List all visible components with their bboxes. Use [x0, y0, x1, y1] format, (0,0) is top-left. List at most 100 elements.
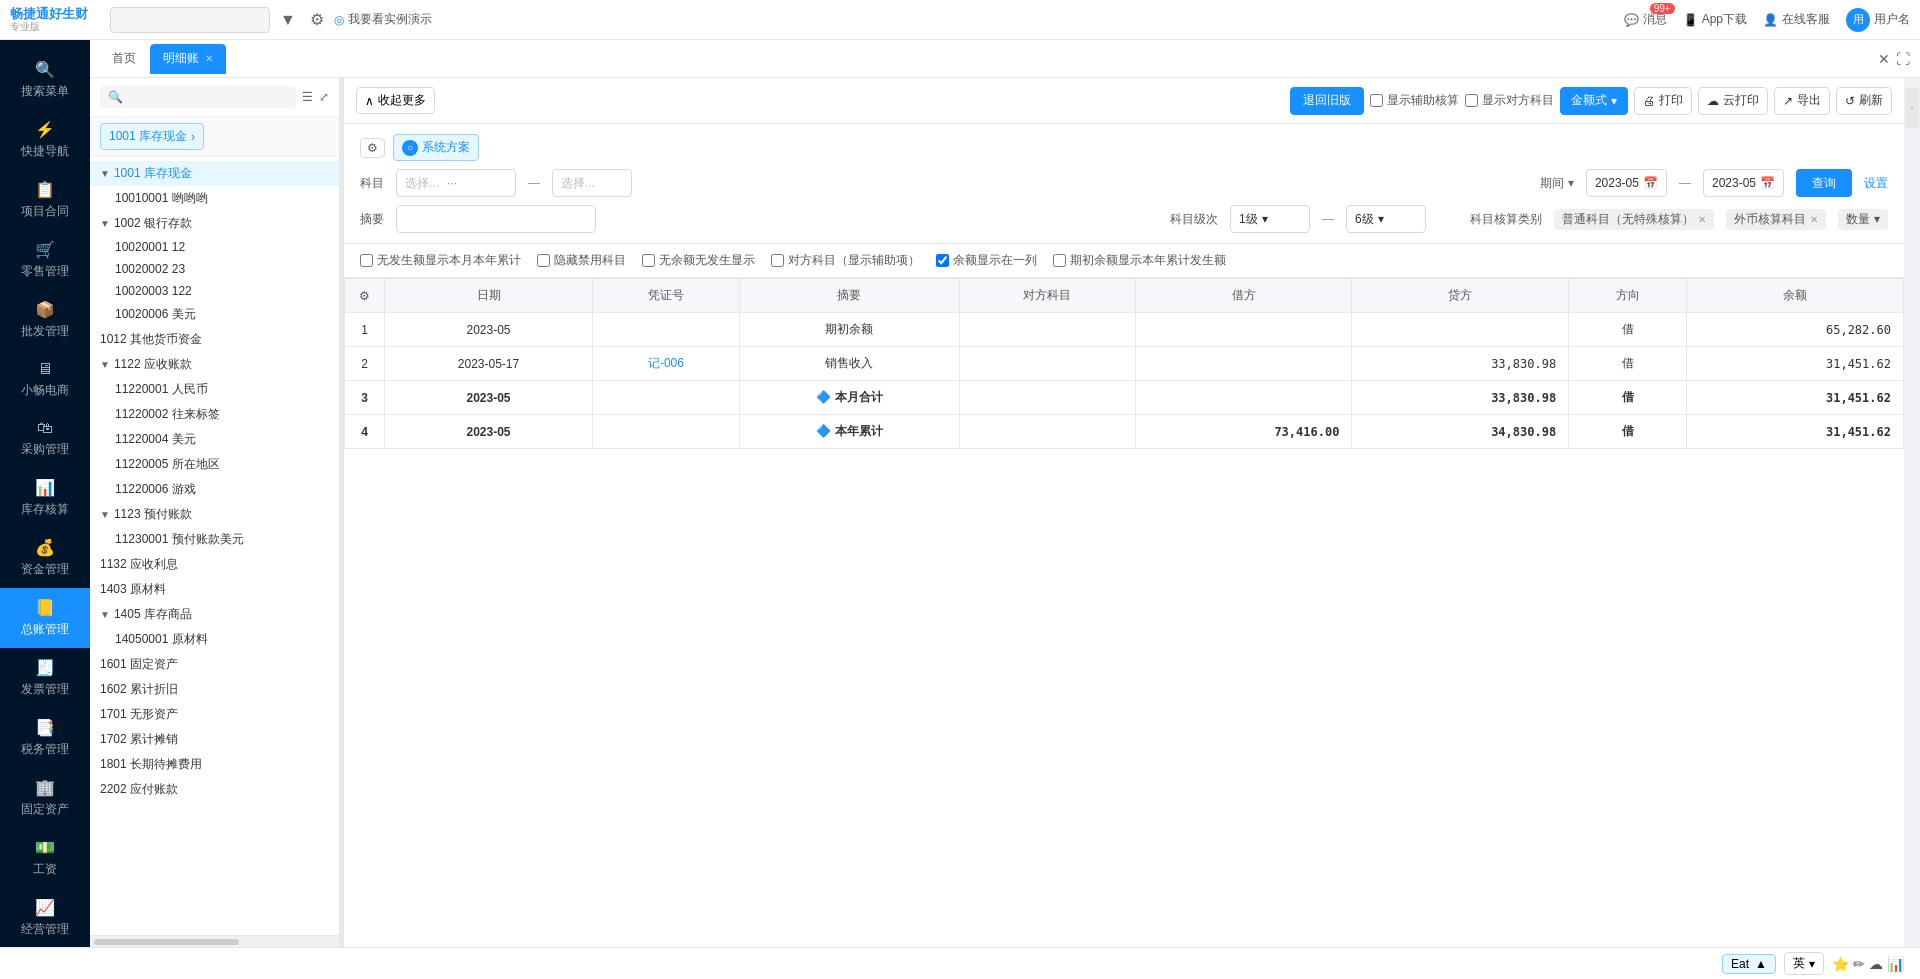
tree-item-10010001[interactable]: 10010001 哟哟哟	[90, 186, 339, 211]
cb-remain-one-col-input[interactable]	[936, 254, 949, 267]
cb-hide-disabled-input[interactable]	[537, 254, 550, 267]
tree-item-11220006[interactable]: 11220006 游戏	[90, 477, 339, 502]
period-start-picker[interactable]: 2023-05 📅	[1586, 169, 1667, 197]
sidebar-item-project[interactable]: 📋 项目合同	[0, 170, 90, 230]
expand-icon[interactable]: ⤢	[319, 90, 329, 104]
cloud-icon[interactable]: ☁	[1869, 956, 1883, 972]
tag-normal-close[interactable]: ✕	[1698, 214, 1706, 225]
tree-item-10020006[interactable]: 10020006 美元	[90, 302, 339, 327]
sidebar-item-wholesale[interactable]: 📦 批发管理	[0, 290, 90, 350]
sidebar-item-invoice[interactable]: 🧾 发票管理	[0, 648, 90, 708]
tree-item-1701[interactable]: 1701 无形资产	[90, 702, 339, 727]
tree-item-1403[interactable]: 1403 原材料	[90, 577, 339, 602]
tree-item-11220002[interactable]: 11220002 往来标签	[90, 402, 339, 427]
cb-no-remain-input[interactable]	[642, 254, 655, 267]
account-select[interactable]: 选择... ···	[396, 169, 516, 197]
return-old-version-btn[interactable]: 退回旧版	[1290, 87, 1364, 115]
level-from-select[interactable]: 1级 ▾	[1230, 205, 1310, 233]
tree-item-10020001[interactable]: 10020001 12	[90, 236, 339, 258]
voucher-link-2[interactable]: 记-006	[648, 356, 684, 370]
sidebar-item-search[interactable]: 🔍 搜索菜单	[0, 50, 90, 110]
cb-remain-one-col[interactable]: 余额显示在一列	[936, 252, 1037, 269]
edit-icon[interactable]: ✏	[1853, 956, 1865, 972]
refresh-btn[interactable]: ↺ 刷新	[1836, 87, 1892, 115]
tree-item-11230001[interactable]: 11230001 预付账款美元	[90, 527, 339, 552]
message-btn[interactable]: 💬 消息 99+	[1624, 11, 1667, 28]
tree-item-1123[interactable]: ▼ 1123 预付账款	[90, 502, 339, 527]
list-view-icon[interactable]: ☰	[302, 90, 313, 104]
tab-home[interactable]: 首页	[100, 44, 148, 74]
settings-icon[interactable]: ▼	[280, 11, 296, 29]
cb-contra-input[interactable]	[771, 254, 784, 267]
collapse-more-btn[interactable]: ∧ 收起更多	[356, 87, 435, 114]
period-end-picker[interactable]: 2023-05 📅	[1703, 169, 1784, 197]
cb-no-balance-input[interactable]	[360, 254, 373, 267]
lang-btn[interactable]: 英 ▾	[1784, 952, 1824, 975]
tab-close-window-icon[interactable]: ✕	[1878, 51, 1890, 67]
account-search-input[interactable]	[127, 90, 288, 104]
breadcrumb-account[interactable]: 1001 库存现金 ›	[100, 123, 204, 150]
tree-item-11220004[interactable]: 11220004 美元	[90, 427, 339, 452]
tree-item-11220005[interactable]: 11220005 所在地区	[90, 452, 339, 477]
sidebar-item-capital[interactable]: 💰 资金管理	[0, 528, 90, 588]
tree-item-1801[interactable]: 1801 长期待摊费用	[90, 752, 339, 777]
user-avatar-btn[interactable]: 用 用户名	[1846, 8, 1910, 32]
account-select-2[interactable]: 选择...	[552, 169, 632, 197]
query-btn[interactable]: 查询	[1796, 169, 1852, 197]
tree-item-1405[interactable]: ▼ 1405 库存商品	[90, 602, 339, 627]
scheme-btn[interactable]: ○ 系统方案	[393, 134, 479, 161]
tag-foreign-close[interactable]: ✕	[1810, 214, 1818, 225]
eat-btn[interactable]: Eat ▲	[1722, 954, 1776, 974]
export-btn[interactable]: ↗ 导出	[1774, 87, 1830, 115]
cb-hide-disabled[interactable]: 隐藏禁用科目	[537, 252, 626, 269]
summary-input[interactable]	[396, 205, 596, 233]
sidebar-item-operations[interactable]: 📈 经营管理	[0, 888, 90, 947]
cb-no-balance[interactable]: 无发生额显示本月本年累计	[360, 252, 521, 269]
tree-item-11220001[interactable]: 11220001 人民币	[90, 377, 339, 402]
settings-link[interactable]: 设置	[1864, 175, 1888, 192]
cb-contra[interactable]: 对方科目（显示辅助项）	[771, 252, 920, 269]
tab-detail[interactable]: 明细账 ✕	[150, 44, 226, 74]
sidebar-item-tax[interactable]: 📑 税务管理	[0, 708, 90, 768]
app-download-btn[interactable]: 📱 App下载	[1683, 11, 1747, 28]
tree-item-14050001[interactable]: 14050001 原材料	[90, 627, 339, 652]
tab-close-icon[interactable]: ✕	[205, 53, 213, 64]
sidebar-item-inventory[interactable]: 📊 库存核算	[0, 468, 90, 528]
tree-item-1012[interactable]: 1012 其他货币资金	[90, 327, 339, 352]
level-to-select[interactable]: 6级 ▾	[1346, 205, 1426, 233]
right-edge-collapse-btn[interactable]: ‹	[1905, 88, 1919, 128]
sidebar-item-assets[interactable]: 🏢 固定资产	[0, 768, 90, 828]
tree-item-1001[interactable]: ▼ 1001 库存现金	[90, 161, 339, 186]
cb-no-remain[interactable]: 无余额无发生显示	[642, 252, 755, 269]
chart-icon[interactable]: 📊	[1887, 956, 1904, 972]
show-contra-checkbox[interactable]	[1465, 94, 1478, 107]
sidebar-item-retail[interactable]: 🛒 零售管理	[0, 230, 90, 290]
sidebar-item-ecommerce[interactable]: 🖥 小畅电商	[0, 350, 90, 409]
tab-maximize-icon[interactable]: ⛶	[1896, 51, 1910, 67]
tree-item-1132[interactable]: 1132 应收利息	[90, 552, 339, 577]
tree-item-10020003[interactable]: 10020003 122	[90, 280, 339, 302]
star-icon[interactable]: ⭐	[1832, 956, 1849, 972]
cb-period-cum-input[interactable]	[1053, 254, 1066, 267]
tree-item-10020002[interactable]: 10020002 23	[90, 258, 339, 280]
tree-item-1702[interactable]: 1702 累计摊销	[90, 727, 339, 752]
cb-period-cum[interactable]: 期初余额显示本年累计发生额	[1053, 252, 1226, 269]
tree-item-1601[interactable]: 1601 固定资产	[90, 652, 339, 677]
tree-scrollbar[interactable]	[90, 935, 339, 947]
tree-item-1122[interactable]: ▼ 1122 应收账款	[90, 352, 339, 377]
sidebar-item-purchase[interactable]: 🛍 采购管理	[0, 409, 90, 468]
demo-link[interactable]: ◎ 我要看实例演示	[334, 11, 432, 28]
cloud-print-btn[interactable]: ☁ 云打印	[1698, 87, 1768, 115]
tree-item-1002[interactable]: ▼ 1002 银行存款	[90, 211, 339, 236]
show-check-checkbox[interactable]	[1370, 94, 1383, 107]
print-btn[interactable]: 🖨 打印	[1634, 87, 1692, 115]
sidebar-item-quick[interactable]: ⚡ 快捷导航	[0, 110, 90, 170]
tree-item-2202[interactable]: 2202 应付账款	[90, 777, 339, 802]
account-search-box[interactable]: 🔍	[100, 86, 296, 108]
gear-icon[interactable]: ⚙	[310, 10, 324, 29]
sidebar-item-salary[interactable]: 💵 工资	[0, 828, 90, 888]
topbar-search-input[interactable]	[110, 7, 270, 33]
amount-mode-dropdown[interactable]: 金额式 ▾	[1560, 87, 1628, 115]
sidebar-item-general[interactable]: 📒 总账管理	[0, 588, 90, 648]
online-service-btn[interactable]: 👤 在线客服	[1763, 11, 1830, 28]
